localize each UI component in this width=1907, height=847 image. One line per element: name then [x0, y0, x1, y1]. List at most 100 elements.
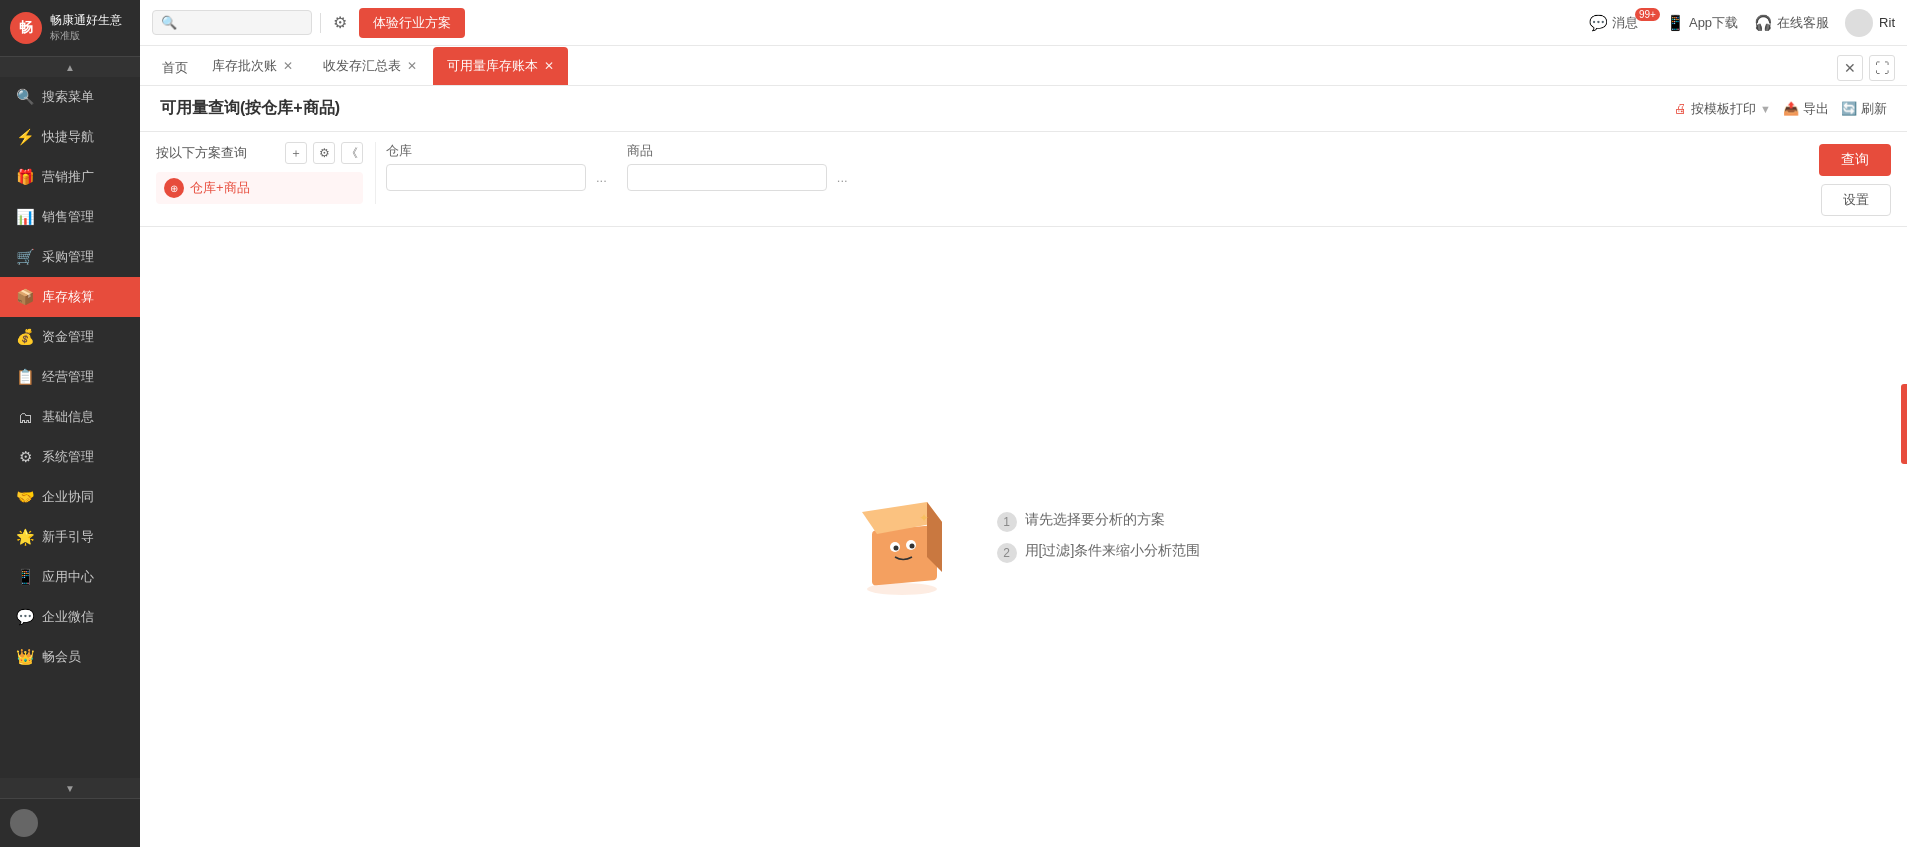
filter-area: 按以下方案查询 ＋ ⚙ 《 ⊕ 仓库+商品 仓库 — [140, 132, 1907, 227]
tip-item-2: 2 用[过滤]条件来缩小分析范围 — [997, 542, 1201, 563]
tab-fullscreen-button[interactable]: ⛶ — [1869, 55, 1895, 81]
filter-settings-button[interactable]: 设置 — [1821, 184, 1891, 216]
refresh-button[interactable]: 🔄 刷新 — [1841, 100, 1887, 118]
svg-point-8 — [867, 583, 937, 595]
sales-icon: 📊 — [16, 208, 34, 226]
scheme-item-warehouse-product[interactable]: ⊕ 仓库+商品 — [156, 172, 363, 204]
export-label: 导出 — [1803, 100, 1829, 118]
tab-batch-close[interactable]: ✕ — [283, 59, 293, 73]
empty-illustration: ✦ — [847, 477, 967, 597]
tab-summary-close[interactable]: ✕ — [407, 59, 417, 73]
filter-fields: 仓库 ... 商品 ... — [386, 142, 1809, 191]
trial-button[interactable]: 体验行业方案 — [359, 8, 465, 38]
sidebar-item-label: 基础信息 — [42, 408, 94, 426]
sidebar-item-label: 经营管理 — [42, 368, 94, 386]
sidebar-item-basic[interactable]: 🗂 基础信息 — [0, 397, 140, 437]
guide-icon: 🌟 — [16, 528, 34, 546]
tab-available[interactable]: 可用量库存账本 ✕ — [433, 47, 568, 85]
scheme-actions: ＋ ⚙ 《 — [285, 142, 363, 164]
print-button[interactable]: 🖨 按模板打印 ▼ — [1674, 100, 1771, 118]
settings-scheme-button[interactable]: ⚙ — [313, 142, 335, 164]
topbar-avatar — [1845, 9, 1873, 37]
inventory-icon: 📦 — [16, 288, 34, 306]
sidebar-item-sales[interactable]: 📊 销售管理 — [0, 197, 140, 237]
enterprise-icon: 🤝 — [16, 488, 34, 506]
add-scheme-button[interactable]: ＋ — [285, 142, 307, 164]
export-button[interactable]: 📤 导出 — [1783, 100, 1829, 118]
search-input[interactable] — [181, 16, 303, 30]
marketing-icon: 🎁 — [16, 168, 34, 186]
sidebar-item-operations[interactable]: 📋 经营管理 — [0, 357, 140, 397]
app-download-icon: 📱 — [1666, 14, 1685, 32]
sidebar-item-label: 采购管理 — [42, 248, 94, 266]
page-title: 可用量查询(按仓库+商品) — [160, 98, 340, 119]
svg-point-5 — [893, 546, 898, 551]
sidebar-item-label: 企业微信 — [42, 608, 94, 626]
tab-summary[interactable]: 收发存汇总表 ✕ — [309, 47, 431, 85]
sidebar-item-finance[interactable]: 💰 资金管理 — [0, 317, 140, 357]
settings-icon[interactable]: ⚙ — [329, 9, 351, 36]
warehouse-field: 仓库 ... — [386, 142, 611, 191]
scheme-icon: ⊕ — [164, 178, 184, 198]
product-input[interactable] — [627, 164, 827, 191]
tab-close-button[interactable]: ✕ — [1837, 55, 1863, 81]
sidebar-header: 畅 畅康通好生意 标准版 — [0, 0, 140, 57]
collapse-scheme-button[interactable]: 《 — [341, 142, 363, 164]
sidebar-item-appcenter[interactable]: 📱 应用中心 — [0, 557, 140, 597]
sidebar-scroll-up[interactable]: ▲ — [0, 57, 140, 77]
content-area: 可用量查询(按仓库+商品) 🖨 按模板打印 ▼ 📤 导出 🔄 刷新 — [140, 86, 1907, 847]
right-scrollbar[interactable] — [1901, 384, 1907, 464]
sidebar-item-label: 企业协同 — [42, 488, 94, 506]
product-more-button[interactable]: ... — [833, 166, 852, 189]
warehouse-more-button[interactable]: ... — [592, 166, 611, 189]
sidebar-item-wechat[interactable]: 💬 企业微信 — [0, 597, 140, 637]
user-name: Rit — [1879, 15, 1895, 30]
sidebar-item-system[interactable]: ⚙ 系统管理 — [0, 437, 140, 477]
sidebar-nav: 🔍 搜索菜单 ⚡ 快捷导航 🎁 营销推广 📊 销售管理 🛒 采购管理 📦 库存核… — [0, 77, 140, 778]
filter-row-1: 仓库 ... 商品 ... — [386, 142, 1809, 191]
chevron-down-icon[interactable]: ▼ — [1760, 103, 1771, 115]
sidebar-footer — [0, 798, 140, 847]
query-button[interactable]: 查询 — [1819, 144, 1891, 176]
vip-icon: 👑 — [16, 648, 34, 666]
finance-icon: 💰 — [16, 328, 34, 346]
search-bar[interactable]: 🔍 — [152, 10, 312, 35]
message-badge: 99+ — [1635, 8, 1660, 21]
sidebar-item-guide[interactable]: 🌟 新手引导 — [0, 517, 140, 557]
export-icon: 📤 — [1783, 101, 1799, 116]
message-button[interactable]: 💬 消息 99+ — [1589, 14, 1650, 32]
search-icon: 🔍 — [16, 88, 34, 106]
user-avatar — [10, 809, 38, 837]
sidebar-scroll-down[interactable]: ▼ — [0, 778, 140, 798]
app-download-button[interactable]: 📱 App下载 — [1666, 14, 1738, 32]
quicknav-icon: ⚡ — [16, 128, 34, 146]
topbar-actions: 💬 消息 99+ 📱 App下载 🎧 在线客服 Rit — [1589, 9, 1895, 37]
sidebar-item-purchase[interactable]: 🛒 采购管理 — [0, 237, 140, 277]
sidebar-item-search[interactable]: 🔍 搜索菜单 — [0, 77, 140, 117]
service-label: 在线客服 — [1777, 14, 1829, 32]
tab-batch[interactable]: 库存批次账 ✕ — [198, 47, 307, 85]
sidebar-item-label: 营销推广 — [42, 168, 94, 186]
empty-state: ✦ 1 请先选择要分析的方案 2 用[过滤]条件来缩小分析范围 — [140, 227, 1907, 847]
sidebar-item-label: 资金管理 — [42, 328, 94, 346]
sidebar-item-inventory[interactable]: 📦 库存核算 — [0, 277, 140, 317]
user-menu[interactable]: Rit — [1845, 9, 1895, 37]
appcenter-icon: 📱 — [16, 568, 34, 586]
tab-summary-label: 收发存汇总表 — [323, 57, 401, 75]
warehouse-input[interactable] — [386, 164, 586, 191]
tab-available-close[interactable]: ✕ — [544, 59, 554, 73]
msg-label: 消息 — [1612, 14, 1638, 32]
sidebar-item-marketing[interactable]: 🎁 营销推广 — [0, 157, 140, 197]
tab-home[interactable]: 首页 — [152, 51, 198, 85]
sidebar-item-vip[interactable]: 👑 畅会员 — [0, 637, 140, 677]
sidebar-item-label: 系统管理 — [42, 448, 94, 466]
app-logo: 畅 — [10, 12, 42, 44]
online-service-button[interactable]: 🎧 在线客服 — [1754, 14, 1829, 32]
tabs-right: ✕ ⛶ — [1837, 55, 1895, 85]
sidebar-item-enterprise[interactable]: 🤝 企业协同 — [0, 477, 140, 517]
sidebar-item-quicknav[interactable]: ⚡ 快捷导航 — [0, 117, 140, 157]
wechat-icon: 💬 — [16, 608, 34, 626]
sidebar-item-label: 畅会员 — [42, 648, 81, 666]
filter-scheme-panel: 按以下方案查询 ＋ ⚙ 《 ⊕ 仓库+商品 — [156, 142, 376, 204]
message-icon: 💬 — [1589, 14, 1608, 32]
